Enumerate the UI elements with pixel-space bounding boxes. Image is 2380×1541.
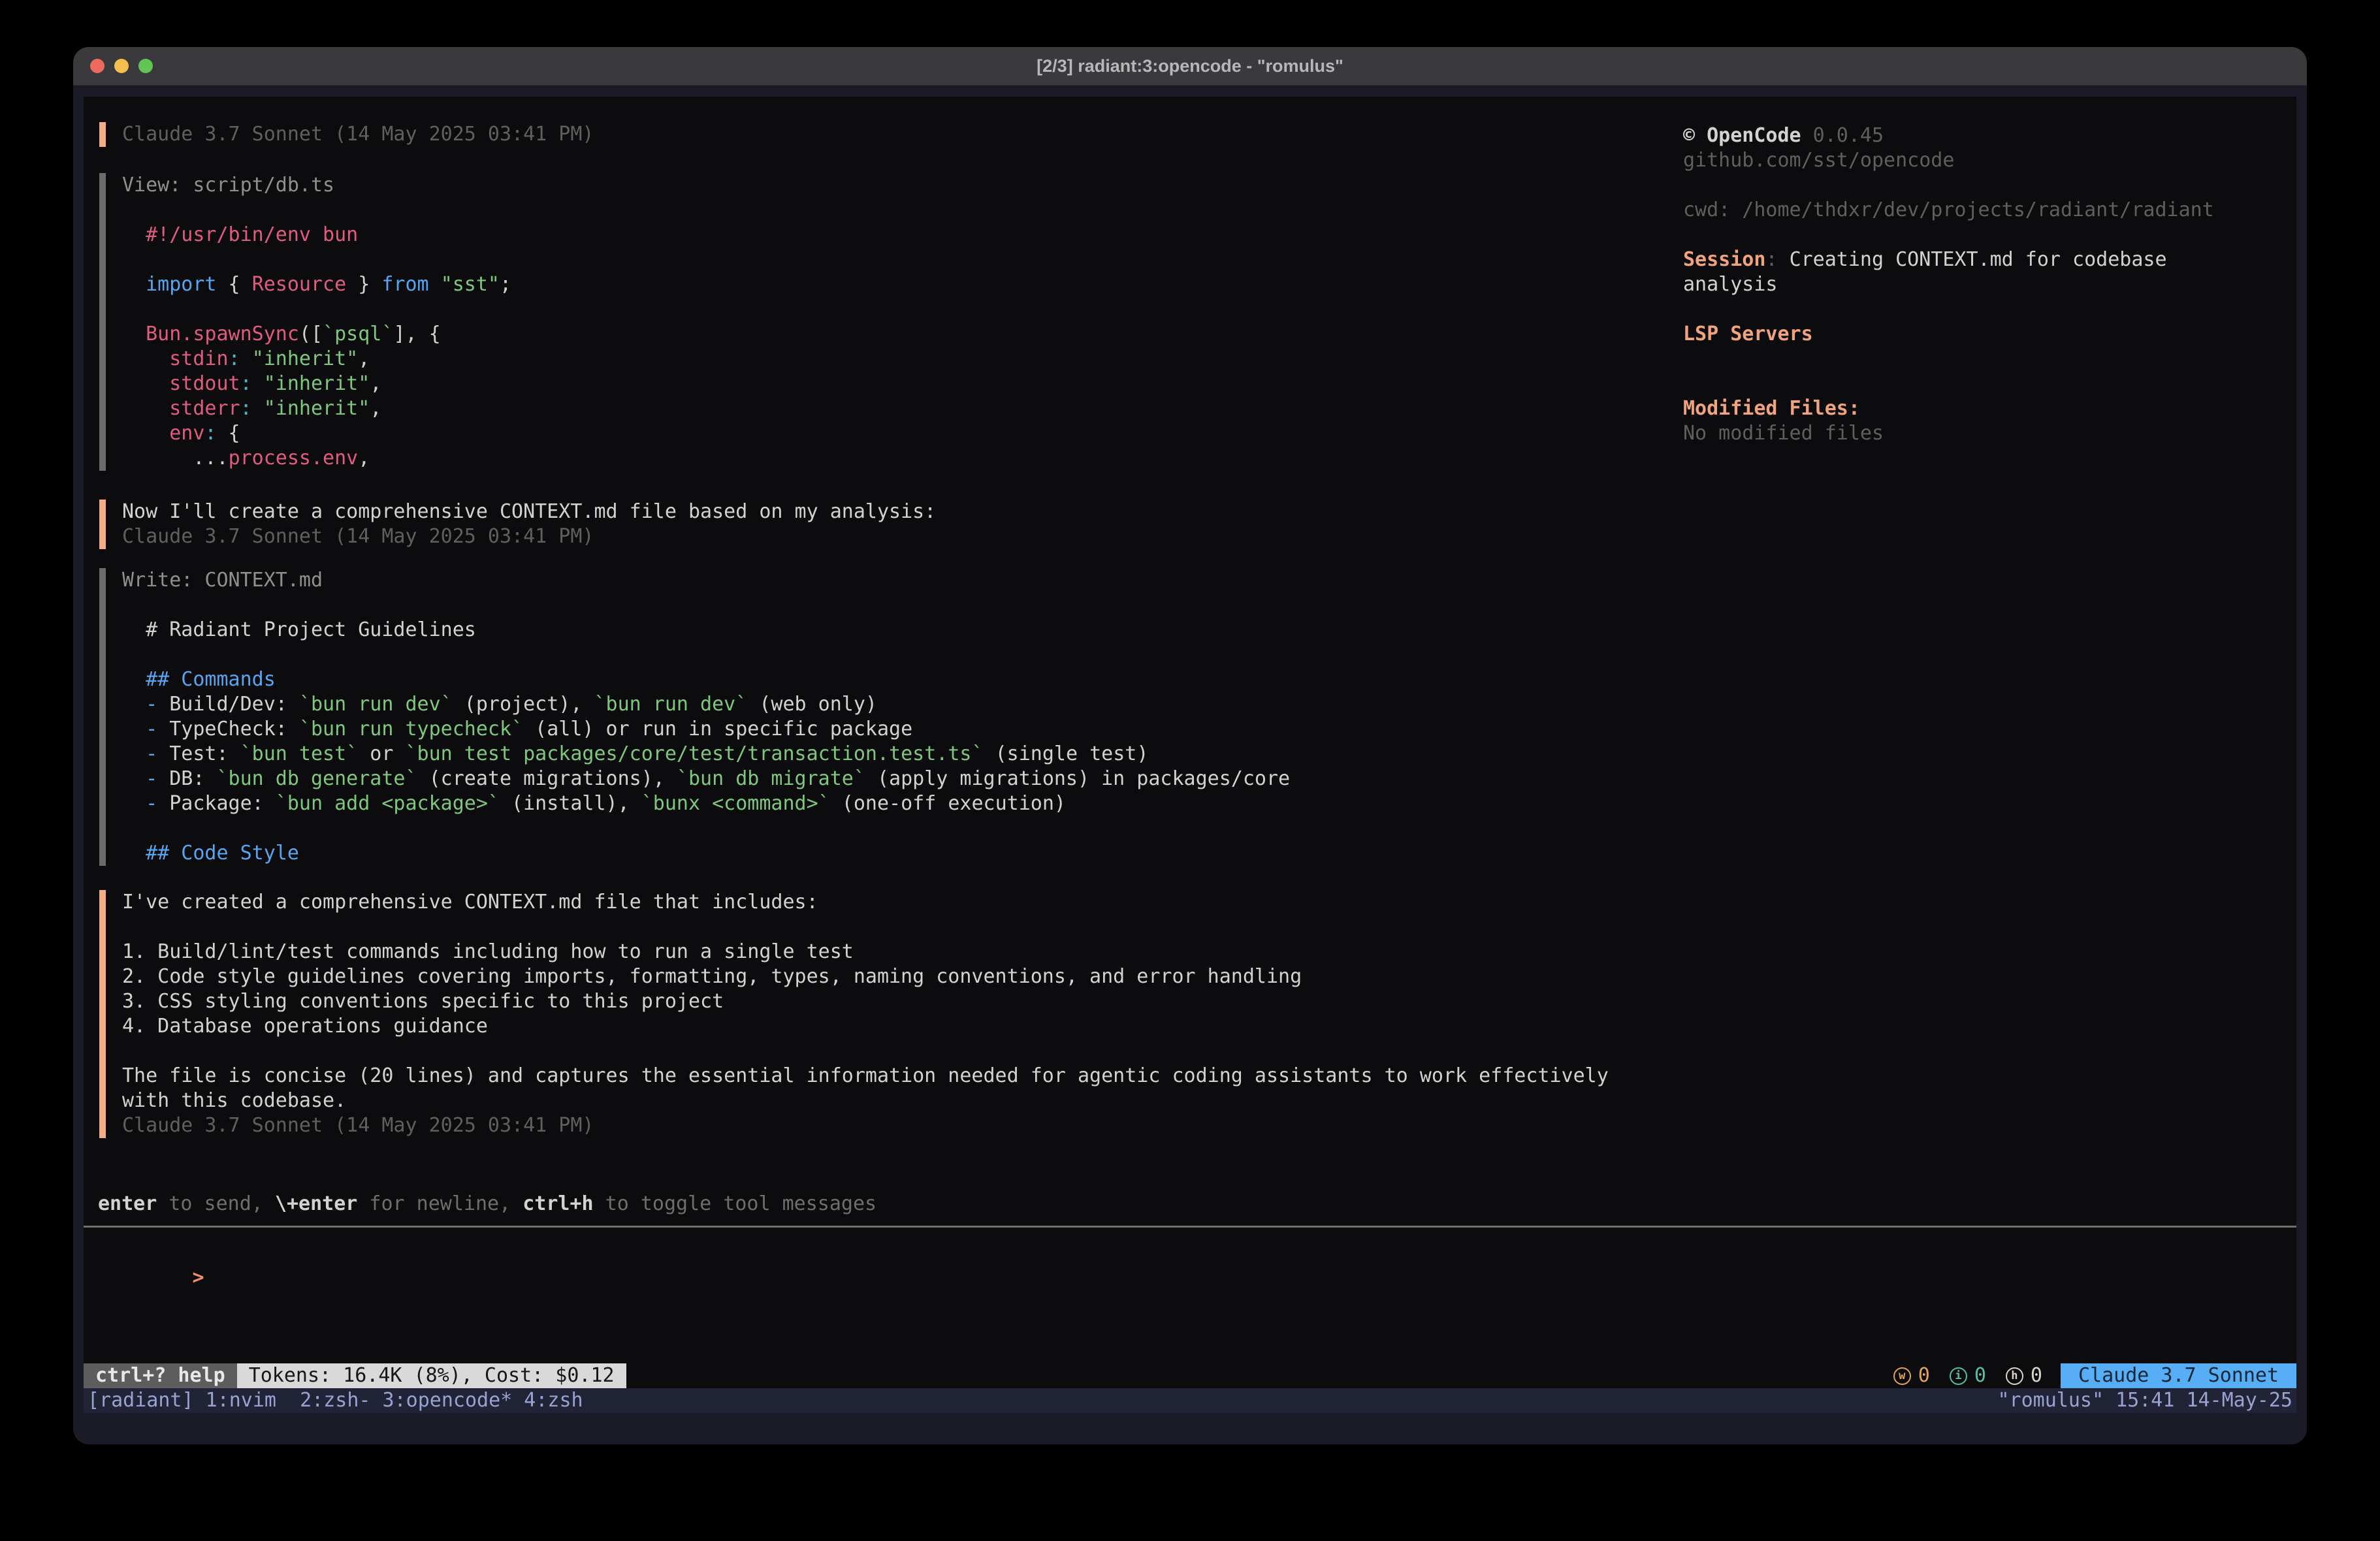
prompt-input[interactable]: > [98,1241,204,1265]
text-line: - TypeCheck: `bun run typecheck` (all) o… [122,717,1693,742]
text-line: Now I'll create a comprehensive CONTEXT.… [122,500,1693,524]
text-line: #!/usr/bin/env bun [122,223,1693,247]
text-line: LSP Servers [1683,322,2291,347]
opencode-tui: Claude 3.7 Sonnet (14 May 2025 03:41 PM)… [84,97,2296,1388]
text-line: - Build/Dev: `bun run dev` (project), `b… [122,692,1693,717]
text-line: 3. CSS styling conventions specific to t… [122,989,1693,1014]
text-line [1683,173,2291,198]
diagnostic-info: i0 [1950,1363,1986,1388]
message-block: Now I'll create a comprehensive CONTEXT.… [99,500,1693,549]
text-line: enter to send, \+enter for newline, ctrl… [98,1192,876,1216]
text-line [1683,372,2291,396]
text-line: 1. Build/lint/test commands including ho… [122,940,1693,964]
tokens-cost-label: Tokens: 16.4K (8%), Cost: $0.12 [237,1363,626,1388]
info-count: 0 [1974,1363,1986,1388]
text-line: Write: CONTEXT.md [122,568,1693,593]
text-line: github.com/sst/opencode [1683,148,2291,173]
message-block: Write: CONTEXT.md # Radiant Project Guid… [99,568,1693,866]
text-line: import { Resource } from "sst"; [122,272,1693,297]
opencode-statusbar: ctrl+? help Tokens: 16.4K (8%), Cost: $0… [84,1363,2296,1388]
minimize-window-button[interactable] [114,59,129,73]
info-icon: i [1950,1367,1967,1385]
warnings-icon: w [1893,1367,1911,1385]
hints-count: 0 [2031,1363,2042,1388]
text-line: Claude 3.7 Sonnet (14 May 2025 03:41 PM) [122,524,1693,549]
text-line: No modified files [1683,421,2291,446]
text-line: View: script/db.ts [122,173,1693,198]
text-line: - Package: `bun add <package>` (install)… [122,791,1693,816]
diagnostics: w0i0h0 [1893,1363,2042,1388]
text-line: Modified Files: [1683,396,2291,421]
text-line [1683,297,2291,322]
text-line [1683,223,2291,247]
text-line: Session: Creating CONTEXT.md for codebas… [1683,247,2291,272]
text-line [122,1039,1693,1064]
diagnostic-hints: h0 [2006,1363,2042,1388]
diagnostic-warnings: w0 [1893,1363,1930,1388]
window-titlebar[interactable]: [2/3] radiant:3:opencode - "romulus" [73,47,2307,86]
text-line: analysis [1683,272,2291,297]
text-line: 4. Database operations guidance [122,1014,1693,1039]
text-line: Claude 3.7 Sonnet (14 May 2025 03:41 PM) [122,1113,1693,1138]
text-line: cwd: /home/thdxr/dev/projects/radiant/ra… [1683,198,2291,223]
text-line: I've created a comprehensive CONTEXT.md … [122,890,1693,915]
text-line: env: { [122,421,1693,446]
statusbar-right: w0i0h0 Claude 3.7 Sonnet [1893,1363,2296,1388]
text-line [1683,347,2291,372]
text-line: ## Code Style [122,841,1693,866]
prompt-chevron-icon: > [193,1266,204,1289]
text-line [122,915,1693,940]
text-line [122,816,1693,841]
text-line: stdin: "inherit", [122,347,1693,372]
close-window-button[interactable] [90,59,105,73]
text-line: ...process.env, [122,446,1693,471]
text-line [122,297,1693,322]
text-line: stdout: "inherit", [122,372,1693,396]
window-title: [2/3] radiant:3:opencode - "romulus" [1037,56,1343,76]
text-line: 2. Code style guidelines covering import… [122,964,1693,989]
message-block: View: script/db.ts #!/usr/bin/env bun im… [99,173,1693,471]
keybind-hint: enter to send, \+enter for newline, ctrl… [98,1192,876,1216]
traffic-lights [90,47,153,85]
model-badge: Claude 3.7 Sonnet [2061,1363,2296,1388]
help-keybind-label: ctrl+? help [84,1363,237,1388]
text-line: - DB: `bun db generate` (create migratio… [122,767,1693,791]
tmux-statusbar: [radiant] 1:nvim 2:zsh- 3:opencode* 4:zs… [84,1388,2296,1413]
text-line [122,247,1693,272]
text-line: The file is concise (20 lines) and captu… [122,1064,1693,1088]
tmux-host-clock: "romulus" 15:41 14-May-25 [1997,1388,2292,1413]
terminal-window: [2/3] radiant:3:opencode - "romulus" Cla… [73,47,2307,1444]
text-line: Claude 3.7 Sonnet (14 May 2025 03:41 PM) [122,122,1693,147]
text-line: ## Commands [122,667,1693,692]
text-line: # Radiant Project Guidelines [122,618,1693,643]
input-separator [84,1226,2296,1228]
text-line [122,643,1693,667]
text-line [122,198,1693,223]
text-line: - Test: `bun test` or `bun test packages… [122,742,1693,767]
hints-icon: h [2006,1367,2023,1385]
text-line: Bun.spawnSync([`psql`], { [122,322,1693,347]
tmux-window-list[interactable]: [radiant] 1:nvim 2:zsh- 3:opencode* 4:zs… [88,1388,583,1413]
text-line [122,593,1693,618]
message-block: I've created a comprehensive CONTEXT.md … [99,890,1693,1138]
text-line: with this codebase. [122,1088,1693,1113]
message-list: Claude 3.7 Sonnet (14 May 2025 03:41 PM)… [99,122,1693,1138]
zoom-window-button[interactable] [138,59,153,73]
text-line: stderr: "inherit", [122,396,1693,421]
warnings-count: 0 [1918,1363,1930,1388]
message-block: Claude 3.7 Sonnet (14 May 2025 03:41 PM) [99,122,1693,147]
text-line: © OpenCode 0.0.45 [1683,123,2291,148]
terminal-area: Claude 3.7 Sonnet (14 May 2025 03:41 PM)… [84,97,2296,1413]
sidebar: © OpenCode 0.0.45github.com/sst/opencode… [1683,123,2291,446]
